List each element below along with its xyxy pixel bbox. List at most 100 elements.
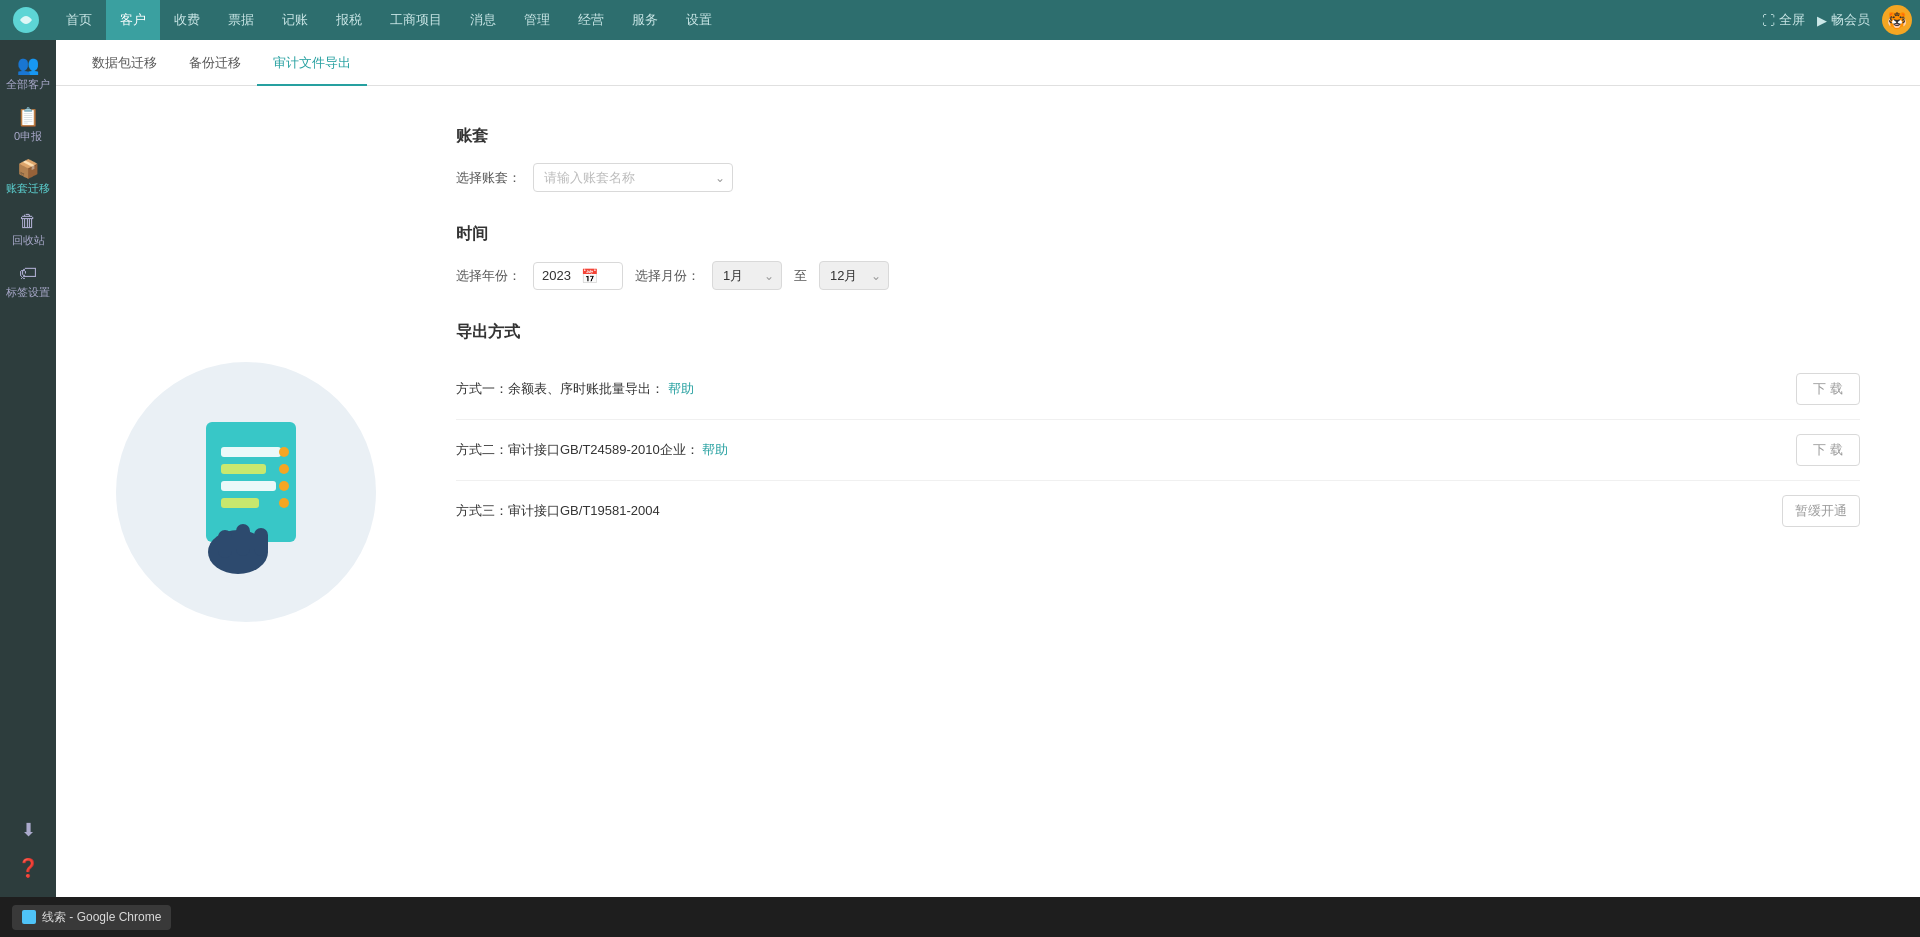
year-input[interactable]: 2023 📅 [533,262,623,290]
svg-rect-13 [254,528,268,556]
member-icon: ▶ [1817,13,1827,28]
nav-customer[interactable]: 客户 [106,0,160,40]
tag-settings-icon: 🏷 [19,264,37,282]
tab-audit-export[interactable]: 审计文件导出 [257,42,367,86]
method-3-label: 方式三：审计接口GB/T19581-2004 [456,503,660,518]
account-select[interactable]: 请输入账套名称 [533,163,733,192]
avatar[interactable]: 🐯 [1882,5,1912,35]
nav-tax[interactable]: 报税 [322,0,376,40]
nav-service[interactable]: 服务 [618,0,672,40]
month-start-wrapper: 1月 2月 3月 4月 5月 6月 7月 8月 9月 10月 11月 12月 [712,261,782,290]
month-start-select[interactable]: 1月 2月 3月 4月 5月 6月 7月 8月 9月 10月 11月 12月 [712,261,782,290]
tabs-bar: 数据包迁移 备份迁移 审计文件导出 [56,40,1920,86]
account-row: 选择账套： 请输入账套名称 [456,163,1860,192]
method-3-text: 方式三：审计接口GB/T19581-2004 [456,502,1766,520]
sidebar-item-all-customers[interactable]: 👥 全部客户 [0,48,56,100]
nav-manage[interactable]: 管理 [510,0,564,40]
sidebar-bottom-download[interactable]: ⬇ [0,813,56,847]
sidebar-label-tag-settings: 标签设置 [6,285,50,300]
method-2-text: 方式二：审计接口GB/T24589-2010企业： 帮助 [456,441,1780,459]
account-label: 选择账套： [456,169,521,187]
nav-items: 首页 客户 收费 票据 记账 报税 工商项目 消息 管理 经营 服务 设置 [52,0,1762,40]
sidebar-item-tag-settings[interactable]: 🏷 标签设置 [0,256,56,308]
fullscreen-icon: ⛶ [1762,13,1775,28]
sidebar-label-recycle: 回收站 [12,233,45,248]
export-method-2: 方式二：审计接口GB/T24589-2010企业： 帮助 下 载 [456,420,1860,481]
illustration-area [56,86,436,897]
taskbar-chrome-label: 线索 - Google Chrome [42,909,161,926]
time-section-title: 时间 [456,224,1860,245]
svg-rect-5 [221,498,259,508]
logo [8,2,44,38]
main-layout: 👥 全部客户 📋 0申报 📦 账套迁移 🗑 回收站 🏷 标签设置 ⬇ ❓ [0,40,1920,897]
method-1-text: 方式一：余额表、序时账批量导出： 帮助 [456,380,1780,398]
month-end-wrapper: 1月 2月 3月 4月 5月 6月 7月 8月 9月 10月 11月 12月 [819,261,889,290]
download-icon: ⬇ [21,821,36,839]
nav-settings[interactable]: 设置 [672,0,726,40]
method-2-label: 方式二：审计接口GB/T24589-2010企业： [456,442,699,457]
nav-message[interactable]: 消息 [456,0,510,40]
svg-rect-3 [221,464,266,474]
method-1-download-button[interactable]: 下 载 [1796,373,1860,405]
method-3-open-button[interactable]: 暂缓开通 [1782,495,1860,527]
sidebar: 👥 全部客户 📋 0申报 📦 账套迁移 🗑 回收站 🏷 标签设置 ⬇ ❓ [0,40,56,897]
svg-rect-11 [218,530,232,558]
nav-fee[interactable]: 收费 [160,0,214,40]
svg-point-9 [279,498,289,508]
zero-declare-icon: 📋 [17,108,39,126]
method-2-download-button[interactable]: 下 载 [1796,434,1860,466]
svg-rect-4 [221,481,276,491]
sidebar-label-all-customers: 全部客户 [6,77,50,92]
nav-invoice[interactable]: 票据 [214,0,268,40]
taskbar: 线索 - Google Chrome [0,897,1920,937]
to-label: 至 [794,267,807,285]
svg-rect-12 [236,524,250,556]
sidebar-label-zero-declare: 0申报 [14,129,42,144]
tab-data-migrate[interactable]: 数据包迁移 [76,42,173,86]
method-1-label: 方式一：余额表、序时账批量导出： [456,381,664,396]
all-customers-icon: 👥 [17,56,39,74]
sidebar-label-account-migrate: 账套迁移 [6,181,50,196]
page-content: 账套 选择账套： 请输入账套名称 时间 选择年份： 2023 [56,86,1920,897]
svg-point-7 [279,464,289,474]
export-method-3: 方式三：审计接口GB/T19581-2004 暂缓开通 [456,481,1860,541]
nav-home[interactable]: 首页 [52,0,106,40]
year-label: 选择年份： [456,267,521,285]
method-2-help-link[interactable]: 帮助 [702,442,728,457]
nav-right: ⛶ 全屏 ▶ 畅会员 🐯 [1762,5,1912,35]
time-row: 选择年份： 2023 📅 选择月份： 1月 2月 3月 4月 5月 6 [456,261,1860,290]
export-section-title: 导出方式 [456,322,1860,343]
tab-backup-migrate[interactable]: 备份迁移 [173,42,257,86]
nav-business[interactable]: 工商项目 [376,0,456,40]
fullscreen-label: 全屏 [1779,11,1805,29]
nav-operation[interactable]: 经营 [564,0,618,40]
member-label: 畅会员 [1831,11,1870,29]
export-method-1: 方式一：余额表、序时账批量导出： 帮助 下 载 [456,359,1860,420]
fullscreen-button[interactable]: ⛶ 全屏 [1762,11,1805,29]
svg-rect-2 [221,447,281,457]
recycle-icon: 🗑 [19,212,37,230]
month-end-select[interactable]: 1月 2月 3月 4月 5月 6月 7月 8月 9月 10月 11月 12月 [819,261,889,290]
sidebar-item-recycle[interactable]: 🗑 回收站 [0,204,56,256]
svg-point-6 [279,447,289,457]
form-area: 账套 选择账套： 请输入账套名称 时间 选择年份： 2023 [436,86,1920,897]
illustration-svg [166,402,326,582]
sidebar-item-zero-declare[interactable]: 📋 0申报 [0,100,56,152]
taskbar-chrome-item[interactable]: 线索 - Google Chrome [12,905,171,930]
member-button[interactable]: ▶ 畅会员 [1817,11,1870,29]
account-migrate-icon: 📦 [17,160,39,178]
sidebar-item-account-migrate[interactable]: 📦 账套迁移 [0,152,56,204]
account-section-title: 账套 [456,126,1860,147]
calendar-icon: 📅 [581,268,614,284]
method-1-help-link[interactable]: 帮助 [668,381,694,396]
year-value: 2023 [542,268,575,283]
sidebar-bottom-help[interactable]: ❓ [0,851,56,885]
help-icon: ❓ [17,859,39,877]
nav-accounting[interactable]: 记账 [268,0,322,40]
svg-point-8 [279,481,289,491]
chrome-icon [22,910,36,924]
top-nav: 首页 客户 收费 票据 记账 报税 工商项目 消息 管理 经营 服务 设置 ⛶ … [0,0,1920,40]
illustration-circle [116,362,376,622]
month-label: 选择月份： [635,267,700,285]
content-area: 数据包迁移 备份迁移 审计文件导出 [56,40,1920,897]
